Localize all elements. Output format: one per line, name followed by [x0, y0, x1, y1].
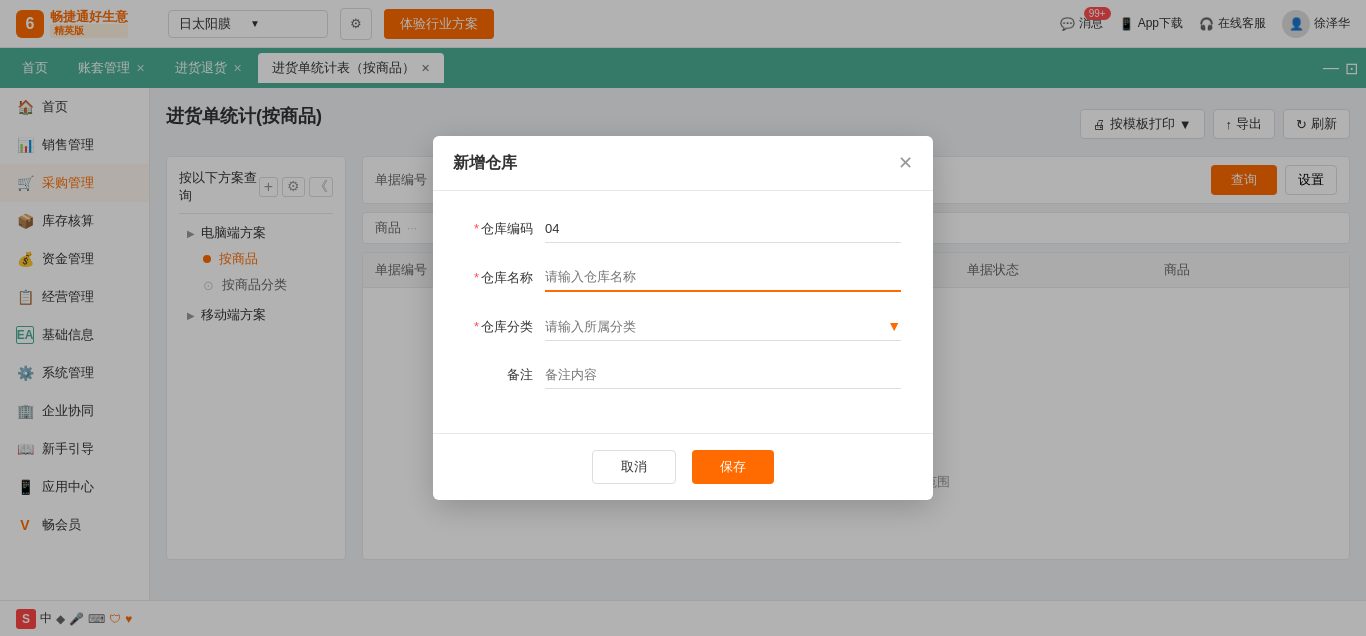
cancel-button[interactable]: 取消	[592, 450, 676, 484]
warehouse-code-input[interactable]	[545, 215, 901, 243]
save-button[interactable]: 保存	[692, 450, 774, 484]
modal-header: 新增仓库 ✕	[433, 136, 933, 191]
modal-title: 新增仓库	[453, 153, 517, 174]
modal-footer: 取消 保存	[433, 433, 933, 500]
warehouse-code-row: 仓库编码	[465, 215, 901, 243]
remark-input[interactable]	[545, 361, 901, 389]
remark-row: 备注	[465, 361, 901, 389]
warehouse-category-select-wrap[interactable]: ▼	[545, 312, 901, 341]
warehouse-category-row: 仓库分类 ▼	[465, 312, 901, 341]
category-chevron-icon: ▼	[887, 318, 901, 334]
warehouse-name-row: 仓库名称	[465, 263, 901, 292]
modal-close-button[interactable]: ✕	[898, 152, 913, 174]
modal-overlay: 新增仓库 ✕ 仓库编码 仓库名称 仓库分类 ▼	[0, 0, 1366, 636]
warehouse-code-label: 仓库编码	[465, 220, 545, 238]
warehouse-category-label: 仓库分类	[465, 318, 545, 336]
warehouse-name-label: 仓库名称	[465, 269, 545, 287]
warehouse-name-input[interactable]	[545, 263, 901, 292]
modal-body: 仓库编码 仓库名称 仓库分类 ▼ 备注	[433, 191, 933, 433]
warehouse-category-input[interactable]	[545, 319, 887, 334]
remark-label: 备注	[465, 366, 545, 384]
new-warehouse-modal: 新增仓库 ✕ 仓库编码 仓库名称 仓库分类 ▼	[433, 136, 933, 500]
